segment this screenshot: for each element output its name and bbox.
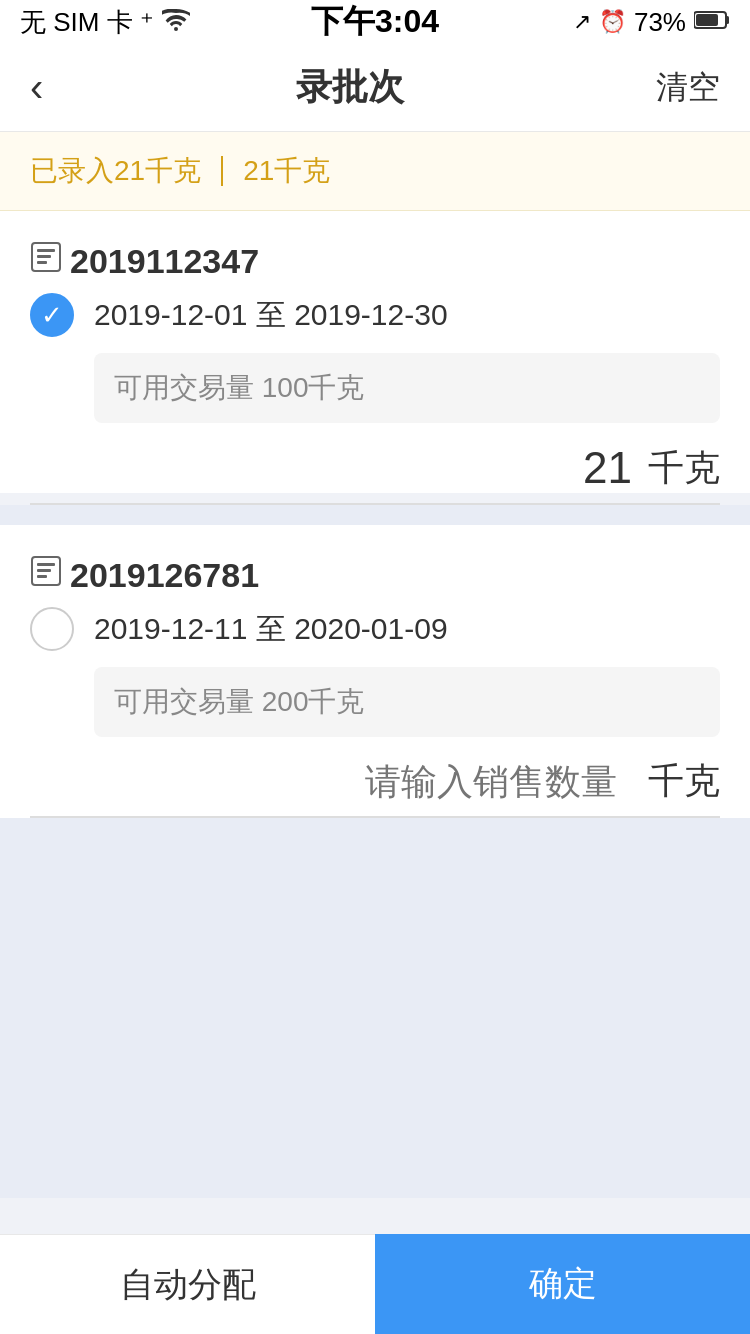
svg-rect-6 (37, 261, 47, 264)
auto-distribute-label: 自动分配 (120, 1262, 256, 1308)
svg-rect-1 (726, 16, 729, 24)
svg-rect-10 (37, 575, 47, 578)
recorded-label: 已录入21千克 (30, 152, 201, 190)
section-divider (0, 505, 750, 525)
back-button[interactable]: ‹ (30, 65, 43, 110)
wifi-icon (162, 7, 190, 38)
svg-rect-5 (37, 255, 51, 258)
location-icon: ↗ (573, 9, 591, 35)
batch-1-date: 2019-12-01 至 2019-12-30 (94, 295, 448, 336)
banner-divider (221, 156, 223, 186)
batch-2-input-row: 千克 (0, 737, 750, 806)
check-icon: ✓ (41, 300, 63, 331)
batch-2-available: 可用交易量 200千克 (94, 667, 720, 737)
page-title: 录批次 (296, 63, 404, 112)
nav-bar: ‹ 录批次 清空 (0, 44, 750, 132)
batch-2-unit: 千克 (648, 757, 720, 806)
info-banner: 已录入21千克 21千克 (0, 132, 750, 211)
status-left: 无 SIM 卡 ⁺ (20, 5, 190, 40)
battery-label: 73% (634, 7, 686, 38)
batch-1-available: 可用交易量 100千克 (94, 353, 720, 423)
bottom-bar: 自动分配 确定 (0, 1234, 750, 1334)
status-time: 下午3:04 (311, 0, 439, 44)
batch-2-id: 2019126781 (70, 556, 259, 595)
status-bar: 无 SIM 卡 ⁺ 下午3:04 ↗ ⏰ 73% (0, 0, 750, 44)
batch-2-quantity-input[interactable] (332, 761, 632, 803)
svg-rect-9 (37, 569, 51, 572)
svg-rect-8 (37, 563, 55, 566)
batch-item-2: 2019126781 2019-12-11 至 2020-01-09 可用交易量… (0, 525, 750, 818)
battery-icon (694, 8, 730, 36)
batch-1-quantity-value: 21 (583, 443, 632, 493)
batch-2-date-row[interactable]: 2019-12-11 至 2020-01-09 (30, 607, 720, 651)
batch-1-quantity-row: 21 千克 (0, 423, 750, 493)
batch-2-date: 2019-12-11 至 2020-01-09 (94, 609, 448, 650)
gray-area (0, 818, 750, 1198)
total-label: 21千克 (243, 152, 330, 190)
batch-2-content: 2019126781 2019-12-11 至 2020-01-09 可用交易量… (0, 525, 750, 737)
batch-1-id: 2019112347 (70, 242, 259, 281)
clear-button[interactable]: 清空 (656, 66, 720, 110)
batch-item-1: 2019112347 ✓ 2019-12-01 至 2019-12-30 可用交… (0, 211, 750, 423)
batch-2-radio[interactable] (30, 607, 74, 651)
status-right: ↗ ⏰ 73% (573, 7, 730, 38)
confirm-label: 确定 (529, 1261, 597, 1307)
batch-2-icon (30, 555, 62, 595)
svg-rect-2 (696, 14, 718, 26)
batch-1-radio[interactable]: ✓ (30, 293, 74, 337)
auto-distribute-button[interactable]: 自动分配 (0, 1234, 375, 1334)
batch-1-date-row[interactable]: ✓ 2019-12-01 至 2019-12-30 (30, 293, 720, 337)
batch-1-header: 2019112347 (30, 241, 720, 281)
confirm-button[interactable]: 确定 (375, 1234, 750, 1334)
sim-label: 无 SIM 卡 ⁺ (20, 5, 154, 40)
batch-2-header: 2019126781 (30, 555, 720, 595)
batch-1-quantity-unit: 千克 (648, 444, 720, 493)
batch-1-icon (30, 241, 62, 281)
alarm-icon: ⏰ (599, 9, 626, 35)
svg-rect-4 (37, 249, 55, 252)
